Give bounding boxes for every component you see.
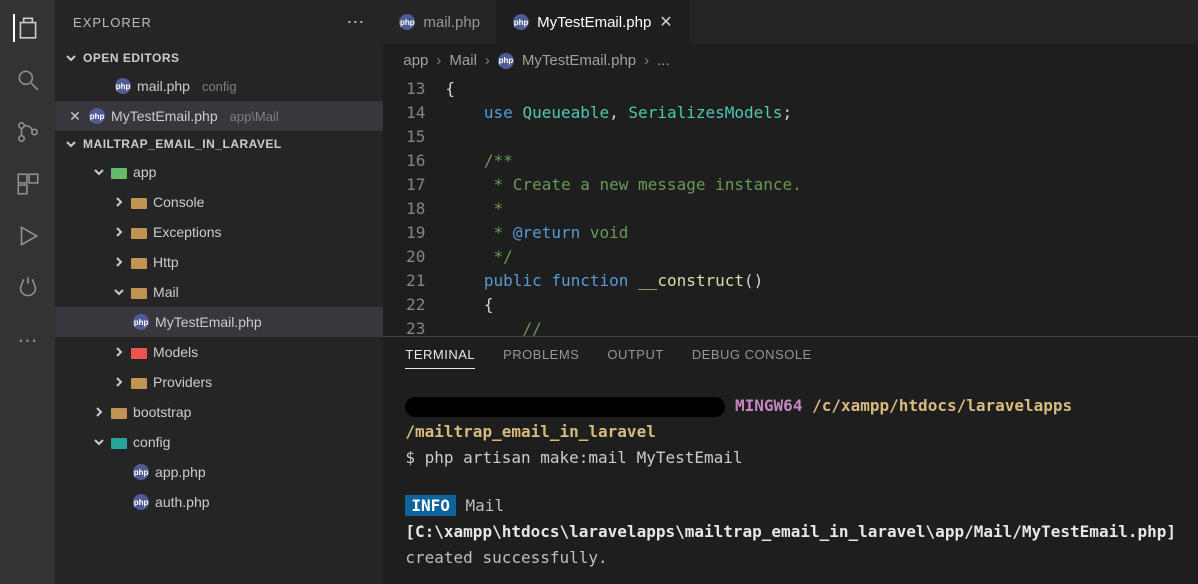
folder-config[interactable]: config: [55, 427, 383, 457]
tab-terminal[interactable]: TERMINAL: [405, 347, 475, 369]
folder-mail[interactable]: Mail: [55, 277, 383, 307]
source-control-icon[interactable]: [14, 118, 42, 146]
activity-bar: ⋯: [0, 0, 55, 584]
file-authphp[interactable]: phpauth.php: [55, 487, 383, 517]
tab-problems[interactable]: PROBLEMS: [503, 347, 579, 369]
sidebar: EXPLORER ⋯ OPEN EDITORS php mail.php con…: [55, 0, 383, 584]
terminal-command: $ php artisan make:mail MyTestEmail: [405, 445, 1176, 471]
file-appphp[interactable]: phpapp.php: [55, 457, 383, 487]
tab-output[interactable]: OUTPUT: [607, 347, 663, 369]
project-header[interactable]: MAILTRAP_EMAIL_IN_LARAVEL: [55, 131, 383, 157]
breadcrumbs[interactable]: app› Mail› php MyTestEmail.php› ...: [383, 44, 1198, 77]
panel-tabs: TERMINAL PROBLEMS OUTPUT DEBUG CONSOLE: [383, 337, 1198, 369]
php-icon: php: [89, 108, 105, 124]
search-icon[interactable]: [14, 66, 42, 94]
folder-icon: [131, 255, 147, 269]
sidebar-more-icon[interactable]: ⋯: [346, 12, 365, 33]
php-icon: php: [115, 78, 131, 94]
php-icon: php: [513, 14, 529, 30]
php-icon: php: [133, 494, 149, 510]
chevron-right-icon: [113, 256, 125, 268]
open-editors-header[interactable]: OPEN EDITORS: [55, 45, 383, 71]
chevron-down-icon: [65, 52, 77, 64]
folder-icon: [131, 195, 147, 209]
folder-icon: [131, 345, 147, 359]
open-editor-item[interactable]: ✕ php MyTestEmail.php app\Mail: [55, 101, 383, 131]
chevron-right-icon: [113, 226, 125, 238]
folder-icon: [111, 165, 127, 179]
folder-icon: [131, 285, 147, 299]
editor-tabs: php mail.php php MyTestEmail.php ✕: [383, 0, 1198, 44]
chevron-down-icon: [93, 436, 105, 448]
folder-icon: [111, 405, 127, 419]
folder-models[interactable]: Models: [55, 337, 383, 367]
folder-icon: [131, 225, 147, 239]
folder-icon: [131, 375, 147, 389]
folder-exceptions[interactable]: Exceptions: [55, 217, 383, 247]
chevron-right-icon: [93, 406, 105, 418]
terminal-content[interactable]: MINGW64 /c/xampp/htdocs/laravelapps /mai…: [383, 369, 1198, 584]
folder-providers[interactable]: Providers: [55, 367, 383, 397]
chevron-right-icon: [113, 346, 125, 358]
folder-http[interactable]: Http: [55, 247, 383, 277]
chevron-right-icon: [113, 376, 125, 388]
close-icon[interactable]: ✕: [659, 12, 672, 32]
code-editor[interactable]: 1314151617181920212223 { use Queueable, …: [383, 77, 1198, 336]
info-badge: INFO: [405, 495, 456, 516]
more-icon[interactable]: ⋯: [14, 326, 42, 354]
chevron-down-icon: [113, 286, 125, 298]
open-editors-list: php mail.php config ✕ php MyTestEmail.ph…: [55, 71, 383, 131]
tab-debug-console[interactable]: DEBUG CONSOLE: [692, 347, 812, 369]
php-icon: php: [133, 464, 149, 480]
php-icon: php: [498, 53, 514, 69]
tab-mail[interactable]: php mail.php: [383, 0, 497, 44]
chevron-down-icon: [65, 138, 77, 150]
code-content: { use Queueable, SerializesModels; /** *…: [445, 77, 1198, 336]
explorer-icon[interactable]: [13, 14, 41, 42]
sidebar-title: EXPLORER: [73, 15, 152, 30]
extensions-icon[interactable]: [14, 170, 42, 198]
folder-bootstrap[interactable]: bootstrap: [55, 397, 383, 427]
line-gutter: 1314151617181920212223: [383, 77, 445, 336]
chevron-right-icon: [113, 196, 125, 208]
php-icon: php: [133, 314, 149, 330]
redacted-user: [405, 397, 725, 417]
folder-app[interactable]: app: [55, 157, 383, 187]
tab-mytestemail[interactable]: php MyTestEmail.php ✕: [497, 0, 690, 44]
testing-icon[interactable]: [14, 274, 42, 302]
main-area: php mail.php php MyTestEmail.php ✕ app› …: [383, 0, 1198, 584]
folder-icon: [111, 435, 127, 449]
file-tree: app Console Exceptions Http Mail phpMyTe…: [55, 157, 383, 517]
open-editor-item[interactable]: php mail.php config: [55, 71, 383, 101]
bottom-panel: TERMINAL PROBLEMS OUTPUT DEBUG CONSOLE M…: [383, 336, 1198, 584]
folder-console[interactable]: Console: [55, 187, 383, 217]
run-debug-icon[interactable]: [14, 222, 42, 250]
php-icon: php: [399, 14, 415, 30]
chevron-down-icon: [93, 166, 105, 178]
file-mytestemail[interactable]: phpMyTestEmail.php: [55, 307, 383, 337]
close-icon[interactable]: ✕: [67, 108, 83, 125]
